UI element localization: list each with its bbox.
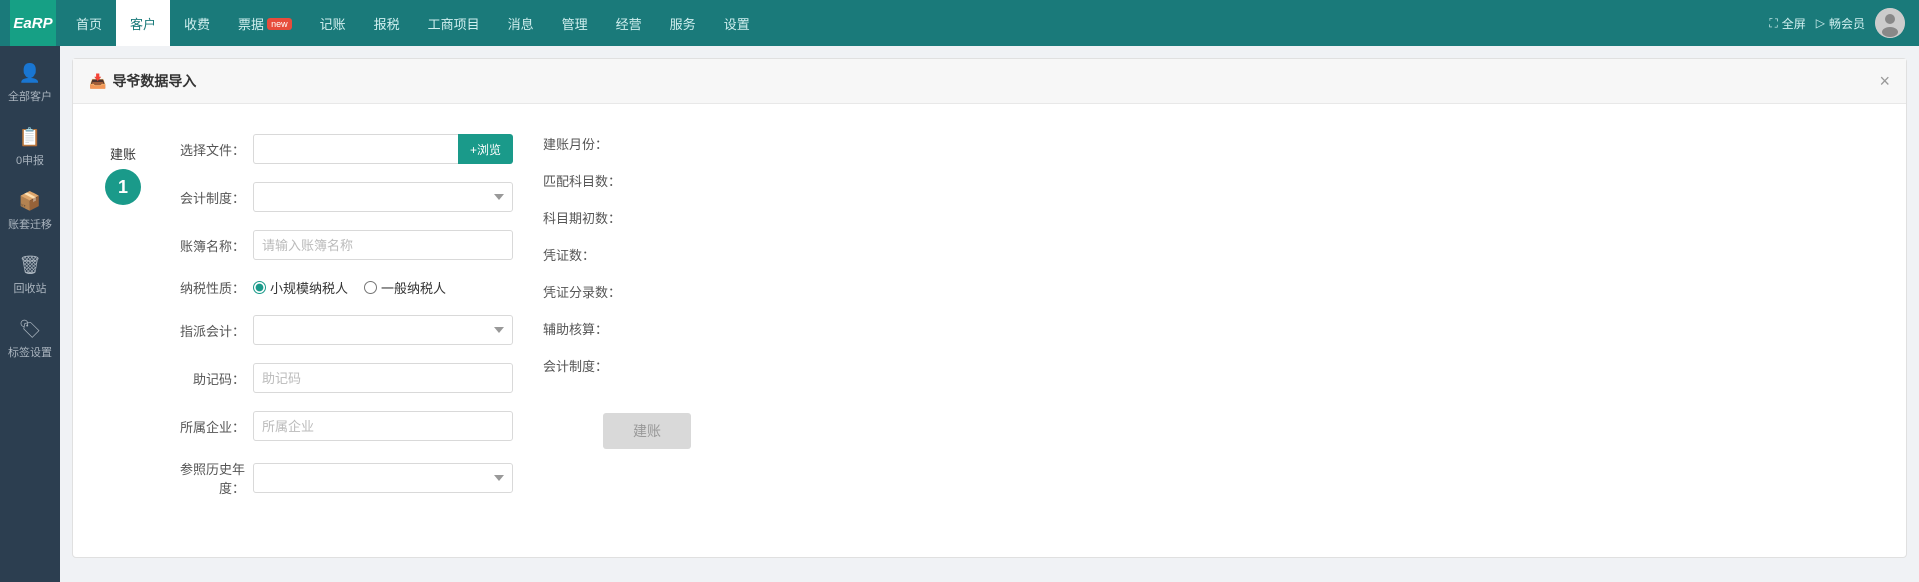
company-label: 所属企业： (173, 417, 253, 436)
nav-right: ⛶ 全屏 ▷ 畅会员 (1769, 8, 1919, 38)
all-clients-icon: 👤 (19, 62, 41, 84)
assign-accountant-label: 指派会计： (173, 321, 253, 340)
avatar[interactable] (1875, 8, 1905, 38)
dialog-title: 📥 导爷数据导入 (89, 71, 196, 91)
declarations-icon: 📋 (19, 126, 41, 148)
file-input-group: +浏览 (253, 134, 513, 164)
nav-item-tax[interactable]: 报税 (360, 0, 414, 46)
tax-type-label: 纳税性质： (173, 278, 253, 297)
company-input[interactable] (253, 411, 513, 441)
file-input[interactable] (253, 134, 458, 164)
ledger-name-row: 账簿名称： (173, 230, 513, 260)
new-badge: new (267, 18, 292, 30)
dialog-header: 📥 导爷数据导入 × (73, 59, 1906, 104)
tax-type-radio-group: 小规模纳税人 一般纳税人 (253, 278, 446, 297)
main-content: 📥 导爷数据导入 × 建账 1 选择文件： (60, 46, 1919, 582)
voucher-count-row: 凭证数： (543, 245, 893, 264)
file-row: 选择文件： +浏览 (173, 134, 513, 164)
tax-type-row: 纳税性质： 小规模纳税人 一般纳税人 (173, 278, 513, 297)
sidebar: 👤 全部客户 📋 0申报 📦 账套迁移 🗑 回收站 🏷 标签设置 (0, 46, 60, 582)
fullscreen-btn[interactable]: ⛶ 全屏 (1769, 15, 1805, 32)
memo-label: 助记码： (173, 369, 253, 388)
sidebar-item-migration[interactable]: 📦 账套迁移 (0, 180, 60, 242)
membership-btn[interactable]: ▷ 畅会员 (1816, 15, 1865, 32)
logo: EaRP (10, 0, 56, 46)
sidebar-item-recycle[interactable]: 🗑 回收站 (0, 244, 60, 306)
sidebar-item-declarations[interactable]: 📋 0申报 (0, 116, 60, 178)
sidebar-item-all-clients[interactable]: 👤 全部客户 (0, 52, 60, 114)
file-label: 选择文件： (173, 140, 253, 159)
sidebar-item-tags[interactable]: 🏷 标签设置 (0, 308, 60, 370)
nav-item-messages[interactable]: 消息 (494, 0, 548, 46)
ref-year-label: 参照历史年度： (173, 459, 253, 497)
tag-icon: 🏷 (19, 318, 41, 340)
general-taxpayer-radio[interactable] (364, 281, 377, 294)
import-icon: 📥 (89, 73, 106, 90)
assign-accountant-row: 指派会计： (173, 315, 513, 345)
small-taxpayer-option[interactable]: 小规模纳税人 (253, 278, 348, 297)
ref-year-row: 参照历史年度： (173, 459, 513, 497)
nav-item-home[interactable]: 首页 (62, 0, 116, 46)
form-right: 建账月份： 匹配科目数： 科目期初数： 凭证数： 凭证分录数： (533, 134, 893, 515)
layout: 👤 全部客户 📋 0申报 📦 账套迁移 🗑 回收站 🏷 标签设置 📥 导爷 (0, 46, 1919, 582)
build-account-button[interactable]: 建账 (603, 413, 691, 449)
browse-button[interactable]: +浏览 (458, 134, 513, 164)
company-row: 所属企业： (173, 411, 513, 441)
play-icon: ▷ (1816, 16, 1825, 30)
memo-row: 助记码： (173, 363, 513, 393)
step-section: 建账 1 (73, 134, 173, 515)
auxiliary-accounting-label: 辅助核算： (543, 319, 616, 338)
match-accounts-label: 匹配科目数： (543, 171, 629, 190)
fullscreen-icon: ⛶ (1769, 16, 1777, 31)
nav-item-settings[interactable]: 设置 (710, 0, 764, 46)
right-accounting-system-row: 会计制度： (543, 356, 893, 375)
nav-items: 首页 客户 收费 票据 new 记账 报税 工商项目 消息 管理 经营 (62, 0, 764, 46)
period-initial-label: 科目期初数： (543, 208, 629, 227)
memo-input[interactable] (253, 363, 513, 393)
nav-item-bookkeeping[interactable]: 记账 (306, 0, 360, 46)
general-taxpayer-option[interactable]: 一般纳税人 (364, 278, 446, 297)
period-initial-row: 科目期初数： (543, 208, 893, 227)
form-container: 建账 1 选择文件： +浏览 会计制度： (73, 104, 1906, 535)
nav-item-services[interactable]: 服务 (656, 0, 710, 46)
build-month-row: 建账月份： (543, 134, 893, 153)
match-accounts-row: 匹配科目数： (543, 171, 893, 190)
voucher-entries-label: 凭证分录数： (543, 282, 629, 301)
trash-icon: 🗑 (19, 254, 41, 276)
accounting-system-label: 会计制度： (173, 188, 253, 207)
voucher-entries-row: 凭证分录数： (543, 282, 893, 301)
top-nav: EaRP 首页 客户 收费 票据 new 记账 报税 工商项目 消息 管理 (0, 0, 1919, 46)
ref-year-select[interactable] (253, 463, 513, 493)
form-left: 选择文件： +浏览 会计制度： (173, 134, 533, 515)
nav-item-management[interactable]: 管理 (548, 0, 602, 46)
accounting-system-select[interactable] (253, 182, 513, 212)
step-circle: 1 (105, 169, 141, 205)
nav-item-business-projects[interactable]: 工商项目 (414, 0, 494, 46)
migration-icon: 📦 (19, 190, 41, 212)
ledger-name-label: 账簿名称： (173, 236, 253, 255)
step-label: 建账 (110, 144, 136, 163)
voucher-count-label: 凭证数： (543, 245, 603, 264)
ledger-name-input[interactable] (253, 230, 513, 260)
assign-accountant-select[interactable] (253, 315, 513, 345)
import-dialog: 📥 导爷数据导入 × 建账 1 选择文件： (72, 58, 1907, 558)
nav-item-clients[interactable]: 客户 (116, 0, 170, 46)
logo-text: EaRP (13, 15, 52, 32)
avatar-icon (1875, 8, 1905, 38)
build-month-label: 建账月份： (543, 134, 616, 153)
right-accounting-system-label: 会计制度： (543, 356, 616, 375)
nav-item-invoices[interactable]: 票据 new (224, 0, 306, 46)
close-button[interactable]: × (1879, 72, 1890, 90)
small-taxpayer-radio[interactable] (253, 281, 266, 294)
accounting-system-row: 会计制度： (173, 182, 513, 212)
nav-item-fees[interactable]: 收费 (170, 0, 224, 46)
nav-item-operations[interactable]: 经营 (602, 0, 656, 46)
auxiliary-accounting-row: 辅助核算： (543, 319, 893, 338)
